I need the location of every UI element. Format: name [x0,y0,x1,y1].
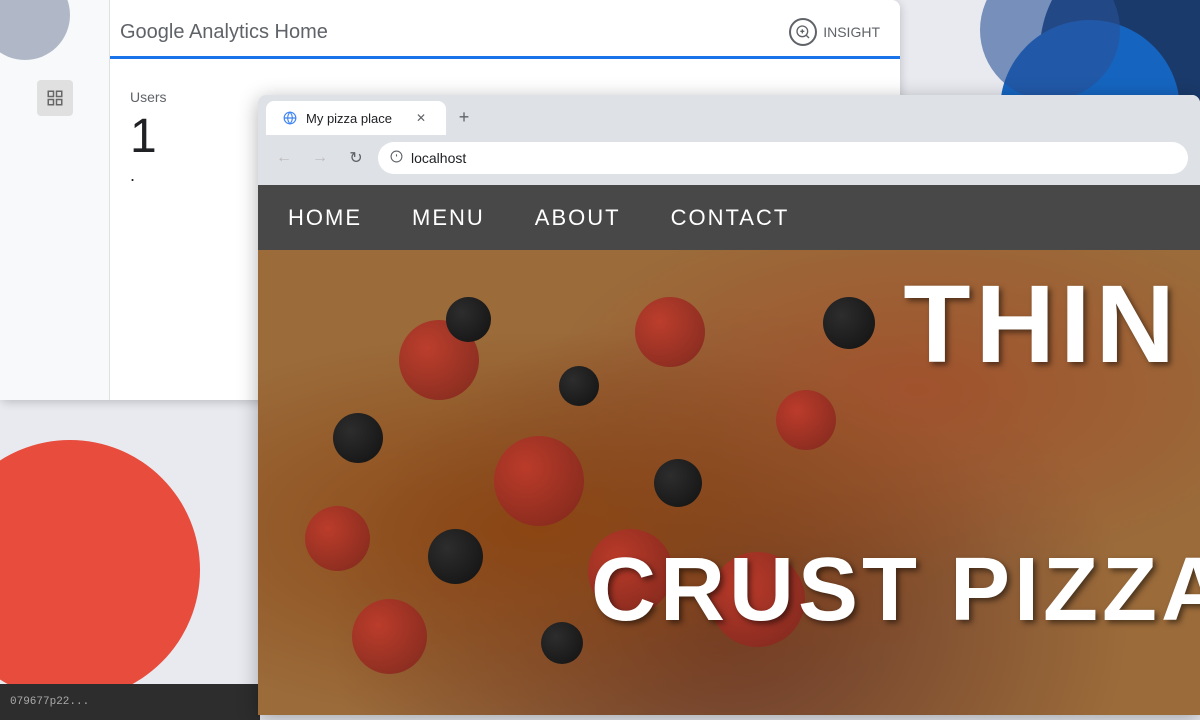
nav-item-about[interactable]: ABOUT [535,205,621,231]
nav-item-menu[interactable]: MENU [412,205,485,231]
ga-sidebar-icon[interactable] [37,80,73,116]
tab-close-button[interactable]: ✕ [412,109,430,127]
nav-item-contact[interactable]: CONTACT [671,205,790,231]
ga-insights-label: INSIGHT [823,24,880,40]
olive-1 [446,297,491,342]
olive-2 [333,413,383,463]
topping-7 [352,599,427,674]
taskbar-text: 079677p22... [10,696,89,708]
secure-icon [390,150,403,166]
website-content: HOME MENU ABOUT CONTACT [258,185,1200,715]
forward-button[interactable]: → [306,144,334,172]
ga-header: Google Analytics Home INSIGHT [0,0,900,59]
taskbar: 079677p22... [0,684,260,720]
tab-favicon [282,110,298,126]
nav-item-home[interactable]: HOME [288,205,362,231]
browser-tabs: My pizza place ✕ + [258,95,1200,135]
topping-3 [494,436,584,526]
hero-text-crust: CRUST PIZZA [591,545,1200,635]
browser-chrome: My pizza place ✕ + ← → ↻ [258,95,1200,185]
tab-title: My pizza place [306,111,404,126]
bg-circle-red [0,440,200,700]
topping-4 [635,297,705,367]
browser-toolbar: ← → ↻ localhost [258,135,1200,181]
ga-insights-icon [789,18,817,46]
ga-insights: INSIGHT [789,18,880,46]
ga-sidebar [0,0,110,400]
ga-title: Google Analytics Home [120,21,328,44]
olive-6 [823,297,875,349]
olive-5 [654,459,702,507]
browser-tab-active[interactable]: My pizza place ✕ [266,101,446,135]
address-bar[interactable]: localhost [378,142,1188,174]
new-tab-button[interactable]: + [450,103,478,131]
website-nav: HOME MENU ABOUT CONTACT [258,185,1200,250]
address-text: localhost [411,150,466,166]
browser-window: My pizza place ✕ + ← → ↻ [258,95,1200,715]
topping-6 [776,390,836,450]
olive-7 [541,622,583,664]
topping-2 [305,506,370,571]
back-button[interactable]: ← [270,144,298,172]
pizza-hero: THIN CRUST PIZZA [258,250,1200,715]
olive-4 [428,529,483,584]
hero-text-thin: THIN [903,270,1180,380]
reload-button[interactable]: ↻ [342,144,370,172]
